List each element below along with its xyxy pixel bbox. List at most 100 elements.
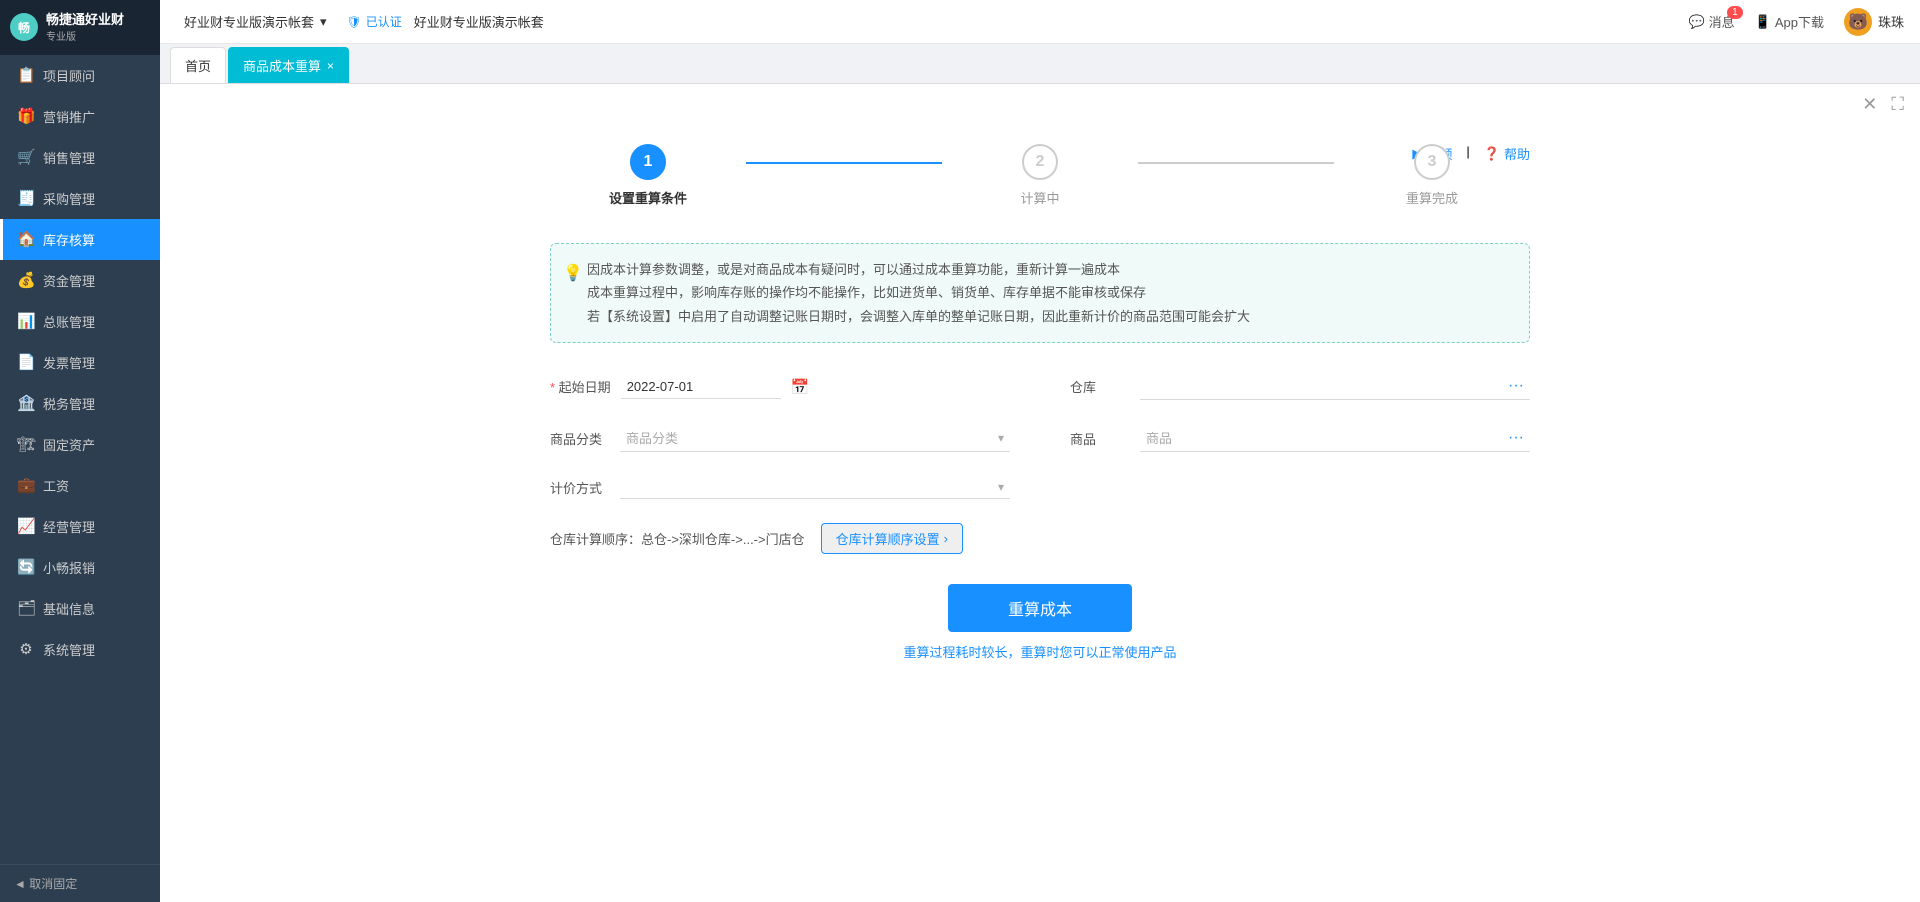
- sidebar-item-project[interactable]: 📋项目顾问: [0, 55, 160, 96]
- sidebar-item-invoice[interactable]: 📄发票管理: [0, 342, 160, 383]
- warehouse-order-chevron-icon: ›: [944, 531, 948, 546]
- nav-label-purchase: 采购管理: [43, 189, 95, 208]
- nav-label-project: 项目顾问: [43, 66, 95, 85]
- warehouse-order-btn[interactable]: 仓库计算顺序设置 ›: [821, 523, 963, 554]
- sidebar-item-assets[interactable]: 🏗固定资产: [0, 424, 160, 465]
- sidebar-item-tax[interactable]: 🏦税务管理: [0, 383, 160, 424]
- tab-close-icon[interactable]: ×: [327, 59, 334, 73]
- nav-icon-inventory: 🏠: [17, 230, 35, 248]
- nav-label-invoice: 发票管理: [43, 353, 95, 372]
- nav-icon-finance: 💰: [17, 271, 35, 289]
- sidebar-item-operations[interactable]: 📈 经营管理: [0, 506, 160, 547]
- product-row: 商品 商品 ···: [1070, 424, 1530, 452]
- category-row: 商品分类 商品分类 ▾: [550, 424, 1010, 452]
- nav-label-inventory: 库存核算: [43, 230, 95, 249]
- message-button[interactable]: 💬 消息 1: [1688, 12, 1734, 31]
- nav-label-operations: 经营管理: [43, 517, 95, 536]
- category-placeholder: 商品分类: [626, 428, 678, 447]
- close-window-button[interactable]: ✕: [1862, 94, 1877, 115]
- nav-icon-expense: 🔄: [17, 558, 35, 576]
- nav-icon-basic: 🗂: [17, 599, 35, 617]
- step-2-circle: 2: [1022, 144, 1058, 180]
- sidebar-nav: 📋项目顾问🎁营销推广🛒销售管理 🧾 采购管理 🏠 库存核算 💰 资金管理 📊总账管理📄发票管理…: [0, 55, 160, 864]
- warehouse-row: 仓库 ···: [1070, 373, 1530, 400]
- app-name: 畅捷通好业财: [46, 12, 124, 28]
- sidebar-item-marketing[interactable]: 🎁营销推广: [0, 96, 160, 137]
- top-bar-right: 💬 消息 1 📱 App下载 🐻 珠珠: [1688, 8, 1904, 36]
- account-name: 好业财专业版演示帐套: [184, 12, 314, 31]
- nav-label-assets: 固定资产: [43, 435, 95, 454]
- nav-icon-system: ⚙: [17, 640, 35, 658]
- start-date-label: 起始日期: [550, 377, 611, 396]
- product-placeholder: 商品: [1146, 428, 1172, 447]
- app-download-label: App下载: [1775, 12, 1824, 31]
- step-2-label: 计算中: [1020, 188, 1059, 207]
- sidebar-item-accounting[interactable]: 📊总账管理: [0, 301, 160, 342]
- account-dropdown-icon: ▾: [320, 14, 327, 30]
- start-date-row: 起始日期 📅: [550, 373, 1010, 400]
- message-badge: 1: [1727, 6, 1743, 19]
- help-label: 帮助: [1504, 144, 1530, 163]
- tab-home[interactable]: 首页: [170, 47, 226, 83]
- step-3-circle: 3: [1414, 144, 1450, 180]
- nav-label-expense: 小畅报销: [43, 558, 95, 577]
- step-line-2: [1138, 162, 1334, 164]
- nav-label-finance: 资金管理: [43, 271, 95, 290]
- app-download-button[interactable]: 📱 App下载: [1755, 12, 1824, 31]
- step-1-circle: 1: [630, 144, 666, 180]
- warehouse-select[interactable]: ···: [1140, 373, 1530, 400]
- sidebar-item-purchase[interactable]: 🧾 采购管理: [0, 178, 160, 219]
- product-select[interactable]: 商品 ···: [1140, 424, 1530, 452]
- nav-icon-purchase: 🧾: [17, 189, 35, 207]
- user-profile[interactable]: 🐻 珠珠: [1844, 8, 1904, 36]
- sidebar-item-expense[interactable]: 🔄 小畅报销: [0, 547, 160, 588]
- sidebar-item-finance[interactable]: 💰 资金管理: [0, 260, 160, 301]
- sidebar-header: 畅 畅捷通好业财 专业版: [0, 0, 160, 55]
- nav-icon-payroll: 💼: [17, 476, 35, 494]
- top-bar: 好业财专业版演示帐套 ▾ 🛡 已认证 好业财专业版演示帐套 💬 消息 1 📱 A…: [160, 0, 1920, 44]
- category-chevron-icon[interactable]: ▾: [998, 431, 1004, 445]
- empty-cell: [1070, 476, 1530, 499]
- info-icon: 💡: [563, 260, 583, 289]
- verified-badge: 🛡 已认证: [347, 13, 402, 30]
- nav-icon-sales: 🛒: [17, 148, 35, 166]
- user-avatar: 🐻: [1844, 8, 1872, 36]
- nav-icon-marketing: 🎁: [17, 107, 35, 125]
- product-more-icon[interactable]: ···: [1508, 429, 1524, 447]
- product-label: 商品: [1070, 429, 1130, 448]
- help-link[interactable]: ❓ 帮助: [1484, 144, 1530, 163]
- nav-label-accounting: 总账管理: [43, 312, 95, 331]
- calendar-icon[interactable]: 📅: [791, 378, 810, 396]
- content-area: ✕ ⛶ 1 设置重算条件 2 计算中 3: [160, 84, 1920, 902]
- pricing-chevron-icon[interactable]: ▾: [998, 480, 1004, 494]
- sidebar-item-system[interactable]: ⚙ 系统管理: [0, 629, 160, 670]
- sidebar-item-payroll[interactable]: 💼 工资: [0, 465, 160, 506]
- sidebar-footer-unpin[interactable]: ◄ 取消固定: [0, 864, 160, 902]
- question-icon: ❓: [1484, 146, 1500, 162]
- nav-label-tax: 税务管理: [43, 394, 95, 413]
- tab-recalc[interactable]: 商品成本重算 ×: [228, 47, 349, 83]
- phone-icon: 📱: [1755, 14, 1771, 30]
- recalculate-button[interactable]: 重算成本: [948, 584, 1132, 632]
- nav-icon-operations: 📈: [17, 517, 35, 535]
- page-inner: 1 设置重算条件 2 计算中 3 重算完成 ▶: [490, 84, 1590, 701]
- sidebar-item-sales[interactable]: 🛒销售管理: [0, 137, 160, 178]
- sidebar-item-basic[interactable]: 🗂基础信息: [0, 588, 160, 629]
- message-icon: 💬: [1688, 14, 1704, 30]
- sidebar-item-inventory[interactable]: 🏠 库存核算: [0, 219, 160, 260]
- pricing-select[interactable]: ▾: [620, 476, 1010, 499]
- category-select[interactable]: 商品分类 ▾: [620, 424, 1010, 452]
- main-area: 好业财专业版演示帐套 ▾ 🛡 已认证 好业财专业版演示帐套 💬 消息 1 📱 A…: [160, 0, 1920, 902]
- tab-recalc-label: 商品成本重算: [243, 56, 321, 75]
- start-date-input[interactable]: [621, 375, 781, 399]
- nav-label-system: 系统管理: [43, 640, 95, 659]
- expand-window-button[interactable]: ⛶: [1891, 94, 1904, 115]
- pricing-row: 计价方式 ▾: [550, 476, 1010, 499]
- info-box: 💡 因成本计算参数调整，或是对商品成本有疑问时，可以通过成本重算功能，重新计算一…: [550, 243, 1530, 343]
- warehouse-more-icon[interactable]: ···: [1508, 377, 1524, 395]
- stepper: 1 设置重算条件 2 计算中 3 重算完成 ▶: [550, 124, 1530, 207]
- nav-label-payroll: 工资: [43, 476, 69, 495]
- step-1-label: 设置重算条件: [609, 188, 687, 207]
- pricing-label: 计价方式: [550, 478, 610, 497]
- account-selector[interactable]: 好业财专业版演示帐套 ▾: [176, 8, 335, 35]
